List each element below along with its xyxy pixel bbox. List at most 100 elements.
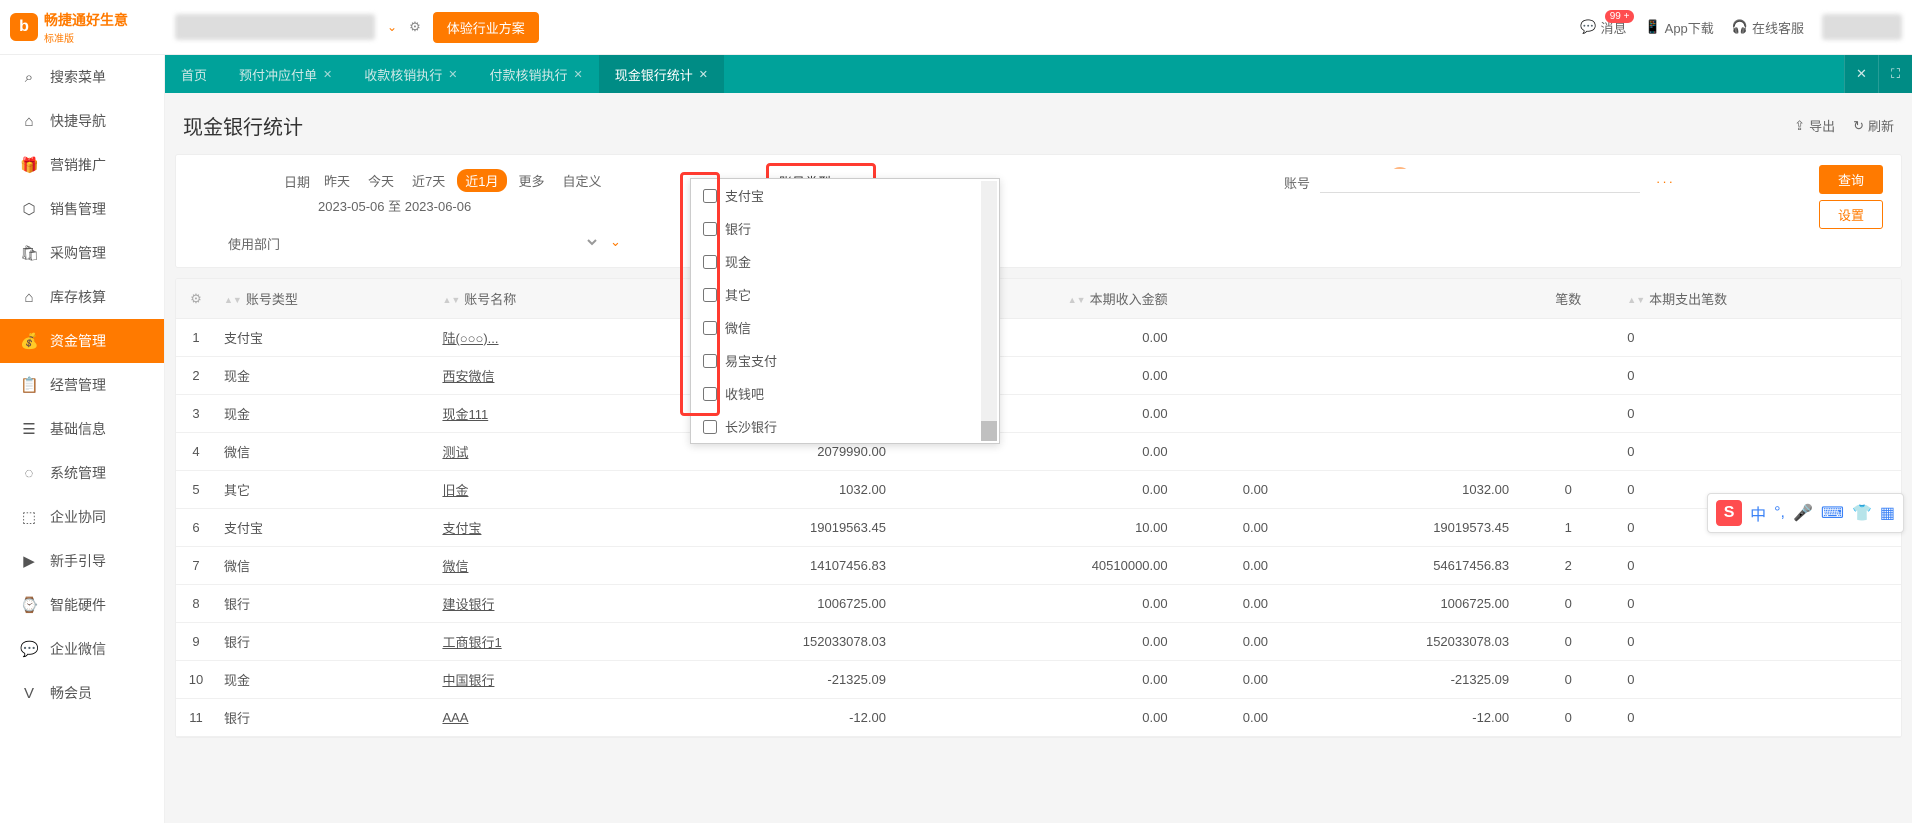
dropdown-checkbox[interactable] [703,189,717,203]
dropdown-item[interactable]: 微信 [691,311,999,344]
table-row[interactable]: 6支付宝支付宝19019563.4510.000.0019019573.4510 [176,509,1901,547]
tab[interactable]: 付款核销执行✕ [473,55,598,93]
close-icon[interactable]: ✕ [448,68,457,81]
ime-mic-icon[interactable]: 🎤 [1793,503,1813,523]
dropdown-checkbox[interactable] [703,321,717,335]
export-button[interactable]: ⇪导出 [1794,116,1835,135]
table-row[interactable]: 9银行工商银行1152033078.030.000.00152033078.03… [176,623,1901,661]
tab[interactable]: 收款核销执行✕ [348,55,473,93]
dropdown-checkbox[interactable] [703,387,717,401]
table-row[interactable]: 8银行建设银行1006725.000.000.001006725.0000 [176,585,1901,623]
industry-solution-button[interactable]: 体验行业方案 [433,12,539,43]
cell-account-name[interactable]: 微信 [434,547,652,585]
table-row[interactable]: 1支付宝陆(○○○)...-10000.000.000 [176,319,1901,357]
org-selector[interactable] [175,14,375,40]
dropdown-checkbox[interactable] [703,255,717,269]
app-download-button[interactable]: 📱 App下载 [1644,18,1713,37]
table-row[interactable]: 10现金中国银行-21325.090.000.00-21325.0900 [176,661,1901,699]
tab[interactable]: 现金银行统计✕ [599,55,724,93]
ime-toolbox-icon[interactable]: ▦ [1880,503,1895,523]
table-row[interactable]: 5其它旧金1032.000.000.001032.0000 [176,471,1901,509]
query-button[interactable]: 查询 [1819,165,1883,194]
table-row[interactable]: 11银行AAA-12.000.000.00-12.0000 [176,699,1901,737]
close-icon[interactable]: ✕ [574,68,583,81]
sidebar-item[interactable]: ⬚企业协同 [0,495,164,539]
refresh-button[interactable]: ↻刷新 [1853,116,1894,135]
ime-lang[interactable]: 中 [1750,501,1766,525]
sidebar-item[interactable]: V畅会员 [0,671,164,715]
messages-button[interactable]: 💬 消息 99 + [1580,18,1626,37]
sidebar-item[interactable]: ▶新手引导 [0,539,164,583]
sidebar-item[interactable]: ⌚智能硬件 [0,583,164,627]
sidebar-item[interactable]: ☰基础信息 [0,407,164,451]
dropdown-checkbox[interactable] [703,420,717,434]
user-avatar[interactable] [1822,14,1902,40]
col-count[interactable]: 笔数 [1517,279,1619,319]
dropdown-item[interactable]: 长沙银行 [691,410,999,443]
dept-select[interactable] [290,233,600,251]
table-row[interactable]: 2现金西安微信-40990.000.000 [176,357,1901,395]
date-option[interactable]: 自定义 [557,169,608,192]
sidebar-item[interactable]: 🛍采购管理 [0,231,164,275]
table-row[interactable]: 3现金现金11153337567.780.000 [176,395,1901,433]
expand-tabs-button[interactable]: ⛶ [1878,55,1912,93]
sidebar-item[interactable]: ◌系统管理 [0,451,164,495]
date-option[interactable]: 昨天 [318,169,356,192]
col-out-count[interactable]: ▲▼本期支出笔数 [1619,279,1901,319]
close-icon[interactable]: ✕ [699,68,708,81]
chevron-down-icon[interactable]: ⌄ [610,234,621,250]
online-service-button[interactable]: 🎧 在线客服 [1732,18,1804,37]
ime-toolbar[interactable]: S 中 °, 🎤 ⌨ 👕 ▦ [1707,493,1904,533]
sidebar-item[interactable]: ⬡销售管理 [0,187,164,231]
cell-account-name[interactable]: 西安微信 [434,357,652,395]
tab[interactable]: 首页 [165,55,223,93]
cell-account-name[interactable]: 测试 [434,433,652,471]
dropdown-item[interactable]: 现金 [691,245,999,278]
dropdown-checkbox[interactable] [703,288,717,302]
dropdown-item[interactable]: 银行 [691,212,999,245]
cell-account-name[interactable]: AAA [434,699,652,737]
date-option[interactable]: 近1月 [457,169,506,192]
table-row[interactable]: 4微信测试2079990.000.000 [176,433,1901,471]
chevron-down-icon[interactable]: ⌄ [387,20,397,34]
sidebar-item[interactable]: ⌂快捷导航 [0,99,164,143]
cell-account-name[interactable]: 支付宝 [434,509,652,547]
col-account-type[interactable]: ▲▼账号类型 [216,279,434,319]
ime-keyboard-icon[interactable]: ⌨ [1821,503,1844,523]
col-account-name[interactable]: ▲▼账号名称 [434,279,652,319]
account-type-dropdown[interactable]: 支付宝银行现金其它微信易宝支付收钱吧长沙银行 [690,178,1000,444]
date-option[interactable]: 今天 [362,169,400,192]
date-option[interactable]: 更多 [513,169,551,192]
ime-skin-icon[interactable]: 👕 [1852,503,1872,523]
cell-account-name[interactable]: 旧金 [434,471,652,509]
dropdown-item[interactable]: 支付宝 [691,179,999,212]
ime-punct-icon[interactable]: °, [1774,504,1785,522]
sidebar-item[interactable]: 💬企业微信 [0,627,164,671]
close-all-tabs-button[interactable]: ✕ [1844,55,1878,93]
sidebar-item[interactable]: 🎁营销推广 [0,143,164,187]
sidebar-item[interactable]: ⌂库存核算 [0,275,164,319]
table-row[interactable]: 7微信微信14107456.8340510000.000.0054617456.… [176,547,1901,585]
dropdown-scroll-thumb[interactable] [981,421,997,441]
dropdown-checkbox[interactable] [703,354,717,368]
dropdown-scrollbar[interactable] [981,181,997,441]
dropdown-item[interactable]: 收钱吧 [691,377,999,410]
settings-button[interactable]: 设置 [1819,200,1883,229]
cell-account-name[interactable]: 中国银行 [434,661,652,699]
cell-account-name[interactable]: 现金111 [434,395,652,433]
sidebar-item[interactable]: ⌕搜索菜单 [0,55,164,99]
dropdown-item[interactable]: 其它 [691,278,999,311]
cell-account-name[interactable]: 工商银行1 [434,623,652,661]
dropdown-item[interactable]: 易宝支付 [691,344,999,377]
gear-icon[interactable]: ⚙ [409,19,421,35]
close-icon[interactable]: ✕ [323,68,332,81]
more-filters-button[interactable]: ··· [1656,174,1675,189]
cell-account-name[interactable]: 建设银行 [434,585,652,623]
dropdown-checkbox[interactable] [703,222,717,236]
cell-account-name[interactable]: 陆(○○○)... [434,319,652,357]
sidebar-item[interactable]: 📋经营管理 [0,363,164,407]
sidebar-item[interactable]: 💰资金管理 [0,319,164,363]
tab[interactable]: 预付冲应付单✕ [223,55,348,93]
account-input[interactable] [1320,169,1640,193]
date-option[interactable]: 近7天 [406,169,451,192]
